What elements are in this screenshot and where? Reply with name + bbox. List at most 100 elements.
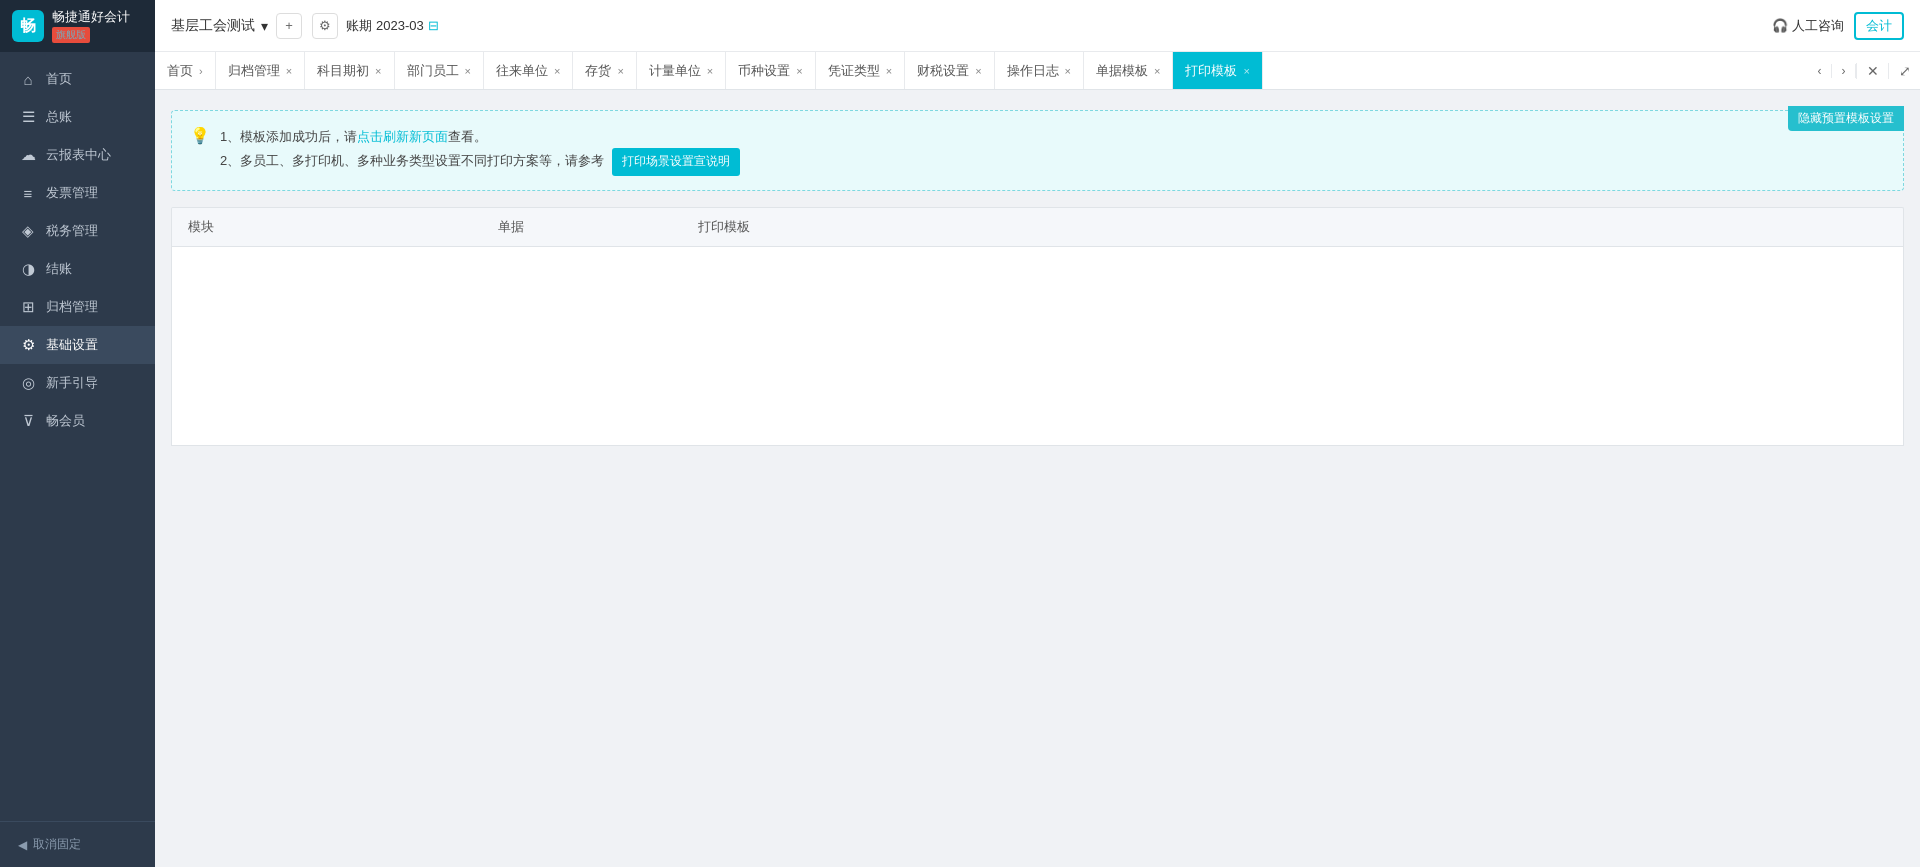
tab-home[interactable]: 首页› [155,52,216,89]
main-area: 基层工会测试 ▾ + ⚙ 账期 2023-03 ⊟ 🎧 人工咨询 [155,0,1920,867]
period-value-text: 2023-03 [376,18,424,33]
tab-close-tax-settings[interactable]: × [975,65,981,77]
topbar: 基层工会测试 ▾ + ⚙ 账期 2023-03 ⊟ 🎧 人工咨询 [155,0,1920,52]
hide-preview-button[interactable]: 隐藏预置模板设置 [1788,106,1904,131]
tab-label-dept-staff: 部门员工 [407,62,459,80]
tab-label-currency: 币种设置 [738,62,790,80]
sidebar-item-archive[interactable]: ⊞ 归档管理 [0,288,155,326]
tab-label-subject-init: 科目期初 [317,62,369,80]
sidebar-label-archive: 归档管理 [46,298,98,316]
sidebar-item-ledger[interactable]: ☰ 总账 [0,98,155,136]
content-area: 隐藏预置模板设置 💡 1、模板添加成功后，请点击刷新新页面查看。 2、多员工、多… [155,90,1920,867]
tab-close-slip-template[interactable]: × [1154,65,1160,77]
cancel-pin-label: 取消固定 [33,836,81,853]
tab-voucher-type[interactable]: 凭证类型 × [816,52,905,89]
notice-refresh-link[interactable]: 点击刷新新页面 [357,129,448,144]
tab-close-archive-mgmt[interactable]: × [286,65,292,77]
tab-label-counterpart: 往来单位 [496,62,548,80]
tab-close-operation-log[interactable]: × [1065,65,1071,77]
sidebar-item-guide[interactable]: ◎ 新手引导 [0,364,155,402]
guide-icon: ◎ [18,374,38,392]
company-name[interactable]: 基层工会测试 ▾ [171,17,268,35]
tab-label-voucher-type: 凭证类型 [828,62,880,80]
sidebar-item-invoice[interactable]: ≡ 发票管理 [0,174,155,212]
tax-icon: ◈ [18,222,38,240]
period-label-text: 账期 [346,17,372,35]
tab-close-inventory[interactable]: × [617,65,623,77]
add-tab-button[interactable]: + [276,13,302,39]
tab-measure-unit[interactable]: 计量单位 × [637,52,726,89]
member-icon: ⊽ [18,412,38,430]
notice-line1-suffix: 查看。 [448,129,487,144]
tab-close-counterpart[interactable]: × [554,65,560,77]
tab-expand-button[interactable]: ⤢ [1888,63,1920,79]
tab-label-inventory: 存货 [585,62,611,80]
tab-tax-settings[interactable]: 财税设置× [905,52,994,89]
notice-line2-prefix: 2、多员工、多打印机、多种业务类型设置不同打印方案等，请参考 [220,153,604,168]
tab-inventory[interactable]: 存货 × [573,52,636,89]
tab-counterpart[interactable]: 往来单位 × [484,52,573,89]
sidebar-label-tax: 税务管理 [46,222,98,240]
notice-line2: 2、多员工、多打印机、多种业务类型设置不同打印方案等，请参考 打印场景设置宣说明 [220,148,744,176]
invoice-icon: ≡ [18,185,38,202]
account-label: 会计 [1866,18,1892,33]
tab-close-print-template[interactable]: × [1243,65,1249,77]
notice-line1-prefix: 1、模板添加成功后，请 [220,129,357,144]
tab-label-home: 首页 [167,62,193,80]
tab-close-dept-staff[interactable]: × [465,65,471,77]
tab-label-print-template: 打印模板 [1185,62,1237,80]
notice-text: 1、模板添加成功后，请点击刷新新页面查看。 2、多员工、多打印机、多种业务类型设… [220,125,744,176]
home-icon: ⌂ [18,71,38,88]
topbar-actions: + ⚙ [276,13,338,39]
sidebar-item-home[interactable]: ⌂ 首页 [0,60,155,98]
pin-icon: ◀ [18,838,27,852]
tab-prev-button[interactable]: ‹ [1808,64,1832,78]
tab-slip-template[interactable]: 单据模板 × [1084,52,1173,89]
ledger-icon: ☰ [18,108,38,126]
tab-label-measure-unit: 计量单位 [649,62,701,80]
tab-label-archive-mgmt: 归档管理 [228,62,280,80]
company-chevron-icon: ▾ [261,18,268,34]
tab-close-all-button[interactable]: ✕ [1856,63,1888,79]
sidebar-item-member[interactable]: ⊽ 畅会员 [0,402,155,440]
bulb-icon: 💡 [190,126,210,145]
sidebar-label-member: 畅会员 [46,412,85,430]
table-body [171,246,1904,446]
sidebar-item-tax[interactable]: ◈ 税务管理 [0,212,155,250]
account-button[interactable]: 会计 [1854,12,1904,40]
sidebar-label-settle: 结账 [46,260,72,278]
tabbar: 首页›归档管理×科目期初×部门员工×往来单位×存货×计量单位×币种设置×凭证类型… [155,52,1920,90]
tab-close-currency[interactable]: × [796,65,802,77]
tab-close-voucher-type[interactable]: × [886,65,892,77]
sidebar-item-settings[interactable]: ⚙ 基础设置 [0,326,155,364]
hide-preview-label: 隐藏预置模板设置 [1798,111,1894,125]
col-template-header: 打印模板 [682,208,1903,246]
tab-archive-mgmt[interactable]: 归档管理 × [216,52,305,89]
tab-print-template[interactable]: 打印模板 × [1173,52,1262,89]
gear-icon: ⚙ [319,18,331,33]
tab-label-slip-template: 单据模板 [1096,62,1148,80]
tab-label-operation-log: 操作日志 [1007,62,1059,80]
tab-close-subject-init[interactable]: × [375,65,381,77]
tab-actions: ‹ › ✕ ⤢ [1808,63,1920,79]
tab-currency[interactable]: 币种设置 × [726,52,815,89]
tab-dept-staff[interactable]: 部门员工 × [395,52,484,89]
tab-subject-init[interactable]: 科目期初 × [305,52,394,89]
col-slip-header: 单据 [482,208,682,246]
tab-operation-log[interactable]: 操作日志 × [995,52,1084,89]
service-label: 人工咨询 [1792,17,1844,35]
settle-icon: ◑ [18,260,38,278]
print-scene-button[interactable]: 打印场景设置宣说明 [612,148,740,176]
sidebar-item-settle[interactable]: ◑ 结账 [0,250,155,288]
cancel-pin-button[interactable]: ◀ 取消固定 [0,821,155,867]
sidebar-label-guide: 新手引导 [46,374,98,392]
topbar-left: 基层工会测试 ▾ + ⚙ 账期 2023-03 ⊟ [171,13,439,39]
tab-close-measure-unit[interactable]: × [707,65,713,77]
service-button[interactable]: 🎧 人工咨询 [1772,17,1844,35]
sidebar: 畅 畅捷通好会计 旗舰版 ⌂ 首页 ☰ 总账 ☁ 云报表中心 ≡ 发票管理 ◈ … [0,0,155,867]
sidebar-label-invoice: 发票管理 [46,184,98,202]
sidebar-label-report: 云报表中心 [46,146,111,164]
tab-next-button[interactable]: › [1832,64,1856,78]
sidebar-item-report[interactable]: ☁ 云报表中心 [0,136,155,174]
settings-button[interactable]: ⚙ [312,13,338,39]
